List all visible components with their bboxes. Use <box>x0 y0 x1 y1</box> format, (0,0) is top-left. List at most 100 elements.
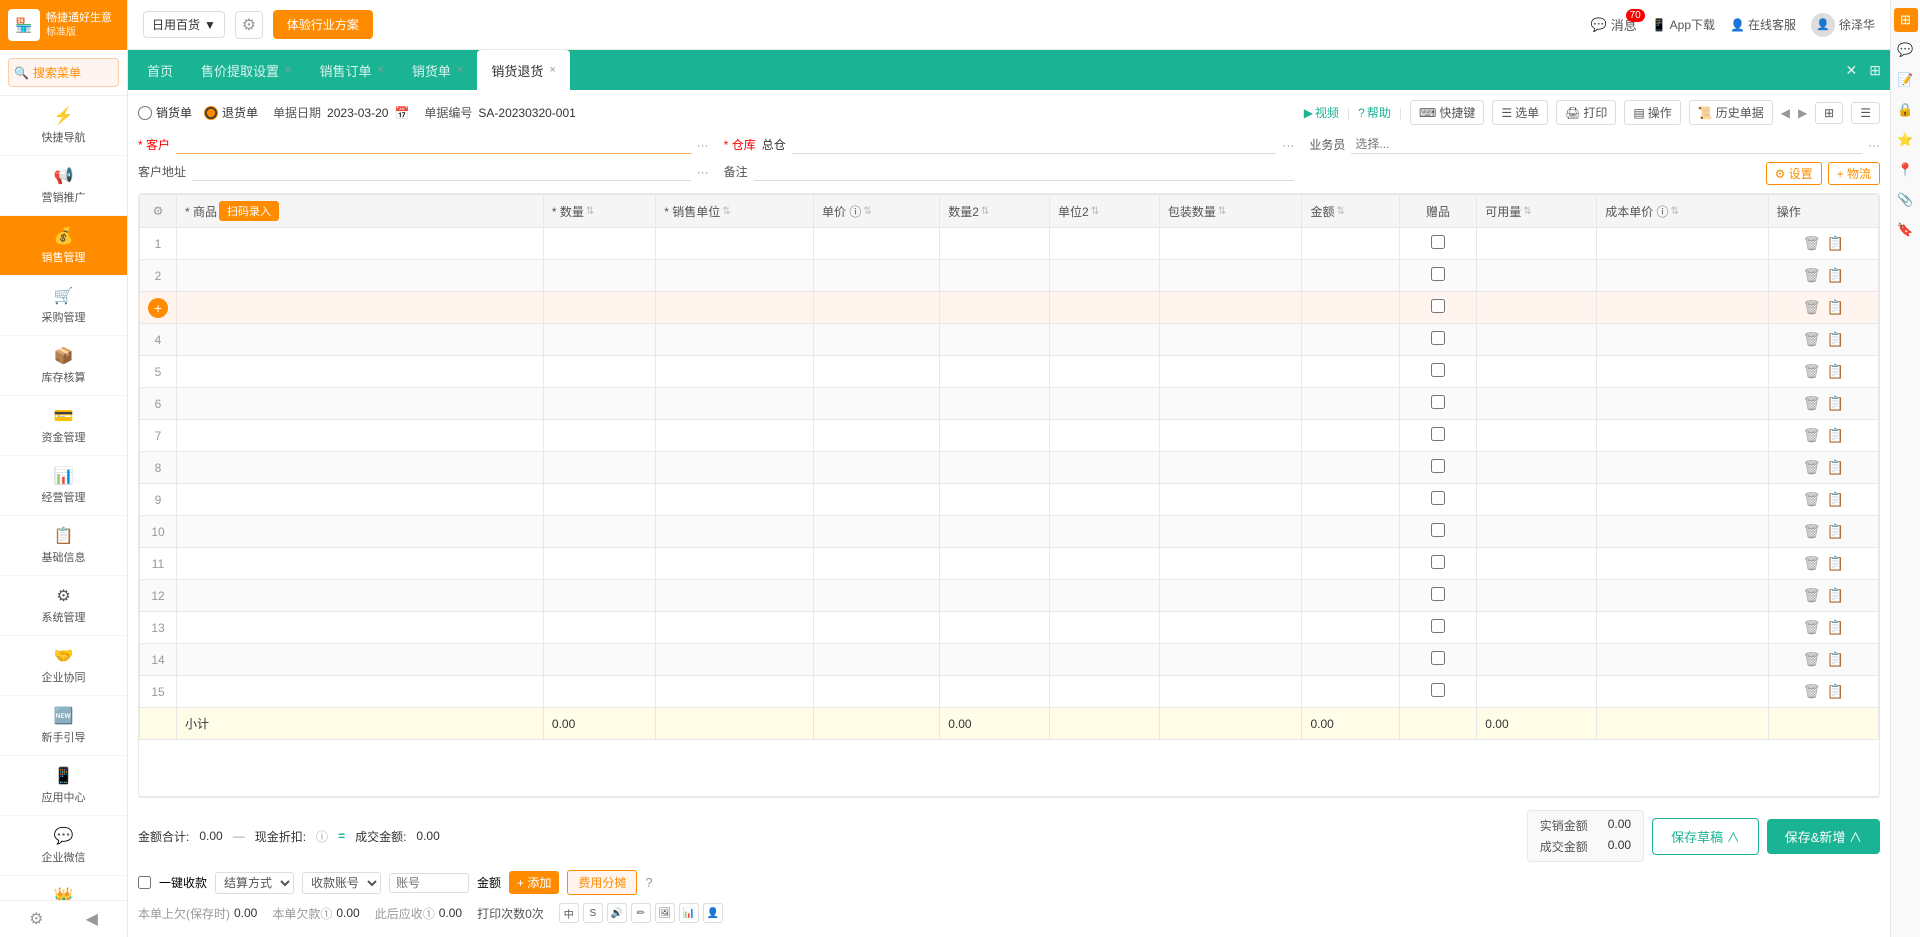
cell-available[interactable] <box>1477 260 1597 292</box>
history-btn[interactable]: 📜 历史单据 <box>1689 100 1773 125</box>
video-link[interactable]: ▶ 视频 <box>1304 104 1339 121</box>
tab-close-sales-order[interactable]: × <box>377 64 383 76</box>
gift-checkbox[interactable] <box>1431 587 1445 601</box>
one-click-payment-checkbox[interactable] <box>138 876 151 889</box>
print-btn[interactable]: 🖨 打印 <box>1556 100 1616 125</box>
cell-available[interactable] <box>1477 292 1597 324</box>
copy-row-icon[interactable]: 📋 <box>1827 363 1844 380</box>
cell-qty2[interactable] <box>940 292 1050 324</box>
gift-checkbox[interactable] <box>1431 395 1445 409</box>
tab-sales-return[interactable]: 销货退货 × <box>477 50 569 90</box>
shortcut-btn[interactable]: ⌨ 快捷键 <box>1410 100 1484 125</box>
expense-help-icon[interactable]: ? <box>645 875 652 890</box>
prev-icon[interactable]: ◀ <box>1781 106 1790 120</box>
settings-bottom-icon[interactable]: ⚙ <box>29 909 43 929</box>
sidebar-item-member[interactable]: 👑 畅会员 <box>0 876 127 900</box>
remark-input[interactable] <box>754 162 1295 181</box>
sidebar-item-inventory[interactable]: 📦 库存核算 <box>0 336 127 396</box>
cell-price[interactable] <box>813 260 939 292</box>
copy-row-icon[interactable]: 📋 <box>1827 235 1844 252</box>
print-icon-2[interactable]: S <box>583 903 603 923</box>
calendar-icon[interactable]: 📅 <box>394 106 409 120</box>
next-icon[interactable]: ▶ <box>1798 106 1807 120</box>
select-btn[interactable]: ☰ 选单 <box>1492 100 1548 125</box>
add-logistics-button[interactable]: + 物流 <box>1828 162 1880 185</box>
cell-cost[interactable] <box>1597 228 1769 260</box>
salesman-dots-btn[interactable]: ··· <box>1868 138 1880 152</box>
gift-checkbox[interactable] <box>1431 331 1445 345</box>
delete-row-icon[interactable]: 🗑 <box>1803 427 1821 444</box>
rs-star-btn[interactable]: ⭐ <box>1894 128 1918 152</box>
rs-bookmark-btn[interactable]: 🔖 <box>1894 218 1918 242</box>
salesman-input[interactable] <box>1351 135 1862 154</box>
collapse-sidebar-icon[interactable]: ◀ <box>86 909 98 929</box>
delete-row-icon[interactable]: 🗑 <box>1803 619 1821 636</box>
th-settings[interactable]: ⚙ <box>140 195 177 228</box>
cell-pack[interactable] <box>1159 260 1302 292</box>
gift-checkbox[interactable] <box>1431 683 1445 697</box>
cell-gift[interactable] <box>1399 260 1477 292</box>
rs-chat-btn[interactable]: 💬 <box>1894 38 1918 62</box>
print-icon-1[interactable]: 中 <box>559 903 579 923</box>
address-dots-btn[interactable]: ··· <box>697 165 709 179</box>
copy-row-icon[interactable]: 📋 <box>1827 299 1844 316</box>
restore-tab-button[interactable]: ⊞ <box>1865 62 1885 79</box>
cell-gift[interactable] <box>1399 292 1477 324</box>
radio-return[interactable]: 退货单 <box>204 104 258 121</box>
copy-row-icon[interactable]: 📋 <box>1827 683 1844 700</box>
cell-qty2[interactable] <box>940 228 1050 260</box>
radio-delivery[interactable]: 销货单 <box>138 104 192 121</box>
cell-amount[interactable] <box>1302 292 1399 324</box>
gift-checkbox[interactable] <box>1431 427 1445 441</box>
calc-method-select[interactable]: 结算方式 <box>215 872 294 894</box>
sidebar-item-newguide[interactable]: 🆕 新手引导 <box>0 696 127 756</box>
cell-pack[interactable] <box>1159 228 1302 260</box>
copy-row-icon[interactable]: 📋 <box>1827 523 1844 540</box>
cell-product-active[interactable] <box>177 292 544 324</box>
copy-row-icon[interactable]: 📋 <box>1827 491 1844 508</box>
topbar-gear-button[interactable]: ⚙ <box>235 11 263 39</box>
cell-unit[interactable] <box>656 260 814 292</box>
save-draft-button[interactable]: 保存草稿 ∧ <box>1652 818 1759 855</box>
delete-row-icon[interactable]: 🗑 <box>1803 459 1821 476</box>
close-all-tabs-button[interactable]: ✕ <box>1838 62 1866 79</box>
expense-split-button[interactable]: 费用分摊 <box>567 870 637 895</box>
gift-checkbox[interactable] <box>1431 363 1445 377</box>
cell-quantity[interactable] <box>543 228 655 260</box>
copy-row-icon[interactable]: 📋 <box>1827 459 1844 476</box>
address-input[interactable] <box>192 162 691 181</box>
cell-gift[interactable] <box>1399 228 1477 260</box>
sidebar-item-operations[interactable]: 📊 经营管理 <box>0 456 127 516</box>
product-input[interactable] <box>185 300 535 315</box>
trial-button[interactable]: 体验行业方案 <box>273 10 373 39</box>
gift-checkbox[interactable] <box>1431 235 1445 249</box>
radio-delivery-input[interactable] <box>138 106 152 120</box>
gift-checkbox[interactable] <box>1431 267 1445 281</box>
tab-sales-delivery[interactable]: 销货单 × <box>398 50 477 90</box>
delete-row-icon[interactable]: 🗑 <box>1803 651 1821 668</box>
delete-row-icon[interactable]: 🗑 <box>1803 491 1821 508</box>
cell-unit2[interactable] <box>1050 292 1160 324</box>
print-icon-4[interactable]: ✏ <box>631 903 651 923</box>
sidebar-item-basic[interactable]: 📋 基础信息 <box>0 516 127 576</box>
account-select[interactable]: 收款账号 <box>302 872 381 894</box>
sidebar-item-appcenter[interactable]: 📱 应用中心 <box>0 756 127 816</box>
copy-row-icon[interactable]: 📋 <box>1827 267 1844 284</box>
copy-row-icon[interactable]: 📋 <box>1827 619 1844 636</box>
cell-amount[interactable] <box>1302 228 1399 260</box>
copy-row-icon[interactable]: 📋 <box>1827 555 1844 572</box>
delete-row-icon[interactable]: 🗑 <box>1803 523 1821 540</box>
print-icon-7[interactable]: 👤 <box>703 903 723 923</box>
delete-row-icon[interactable]: 🗑 <box>1803 555 1821 572</box>
delete-row-icon[interactable]: 🗑 <box>1803 267 1821 284</box>
copy-row-icon[interactable]: 📋 <box>1827 331 1844 348</box>
save-new-button[interactable]: 保存&新增 ∧ <box>1767 819 1880 854</box>
cell-product[interactable] <box>177 228 544 260</box>
grid-view-btn[interactable]: ⊞ <box>1815 102 1843 124</box>
warehouse-input[interactable] <box>792 135 1277 154</box>
gift-checkbox[interactable] <box>1431 523 1445 537</box>
delete-row-icon[interactable]: 🗑 <box>1803 395 1821 412</box>
gift-checkbox[interactable] <box>1431 459 1445 473</box>
cell-unit[interactable] <box>656 228 814 260</box>
delete-row-icon[interactable]: 🗑 <box>1803 299 1821 316</box>
